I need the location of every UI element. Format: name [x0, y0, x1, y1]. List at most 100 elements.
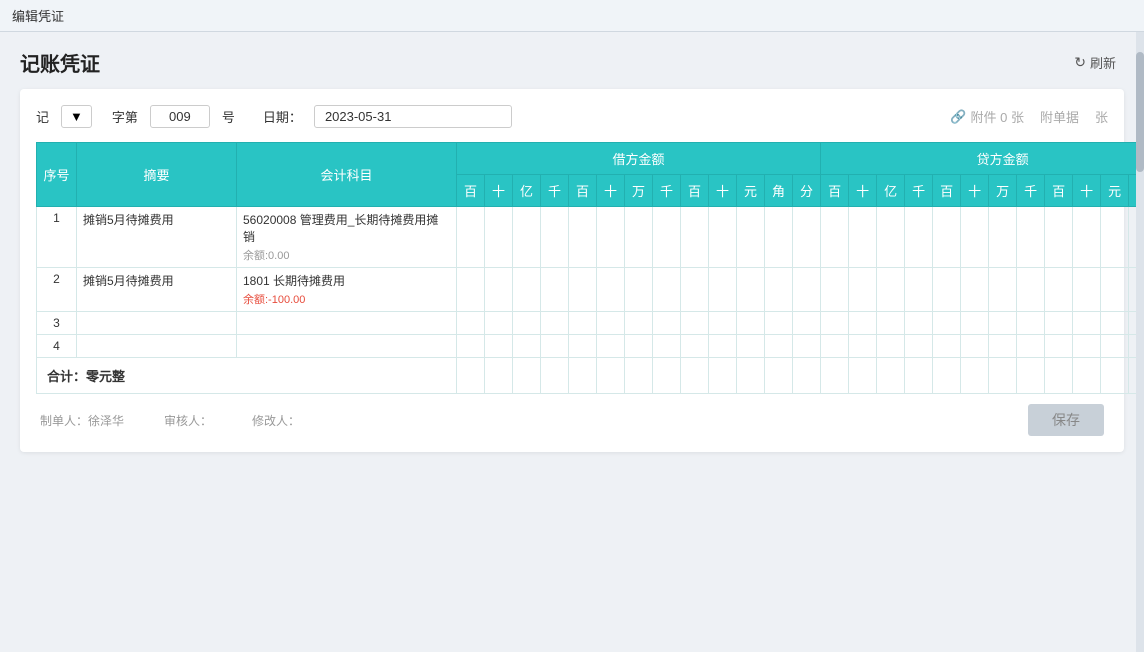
row-1-amount-21[interactable]: [1017, 207, 1045, 268]
row-summary-3[interactable]: [77, 312, 237, 335]
row-3-amount-9[interactable]: [681, 312, 709, 335]
row-1-amount-10[interactable]: [709, 207, 737, 268]
row-3-amount-5[interactable]: [569, 312, 597, 335]
refresh-button[interactable]: ↻ 刷新: [1066, 49, 1124, 76]
row-4-amount-4[interactable]: [541, 335, 569, 358]
row-1-amount-18[interactable]: [933, 207, 961, 268]
row-2-amount-10[interactable]: [709, 268, 737, 312]
row-3-amount-17[interactable]: [905, 312, 933, 335]
row-4-amount-1[interactable]: [457, 335, 485, 358]
row-4-amount-7[interactable]: [625, 335, 653, 358]
row-4-amount-18[interactable]: [933, 335, 961, 358]
voucher-number-input[interactable]: [150, 105, 210, 128]
row-2-amount-1[interactable]: [457, 268, 485, 312]
row-1-amount-7[interactable]: [625, 207, 653, 268]
row-2-amount-9[interactable]: [681, 268, 709, 312]
row-account-1[interactable]: 56020008 管理费用_长期待摊费用摊销余额:0.00: [237, 207, 457, 268]
row-1-amount-19[interactable]: [961, 207, 989, 268]
row-2-amount-4[interactable]: [541, 268, 569, 312]
scrollbar-thumb[interactable]: [1136, 52, 1144, 172]
row-4-amount-16[interactable]: [877, 335, 905, 358]
date-input[interactable]: [314, 105, 512, 128]
row-2-amount-22[interactable]: [1045, 268, 1073, 312]
voucher-type-dropdown[interactable]: ▼: [61, 105, 92, 128]
row-1-amount-3[interactable]: [513, 207, 541, 268]
row-2-amount-23[interactable]: [1073, 268, 1101, 312]
row-3-amount-19[interactable]: [961, 312, 989, 335]
row-account-2[interactable]: 1801 长期待摊费用余额:-100.00: [237, 268, 457, 312]
row-4-amount-13[interactable]: [793, 335, 821, 358]
row-2-amount-7[interactable]: [625, 268, 653, 312]
row-2-amount-8[interactable]: [653, 268, 681, 312]
row-3-amount-1[interactable]: [457, 312, 485, 335]
row-4-amount-17[interactable]: [905, 335, 933, 358]
row-3-amount-21[interactable]: [1017, 312, 1045, 335]
row-2-amount-16[interactable]: [877, 268, 905, 312]
row-1-amount-15[interactable]: [849, 207, 877, 268]
row-2-amount-5[interactable]: [569, 268, 597, 312]
row-1-amount-14[interactable]: [821, 207, 849, 268]
row-1-amount-23[interactable]: [1073, 207, 1101, 268]
row-2-amount-18[interactable]: [933, 268, 961, 312]
row-3-amount-20[interactable]: [989, 312, 1017, 335]
row-3-amount-8[interactable]: [653, 312, 681, 335]
row-1-amount-6[interactable]: [597, 207, 625, 268]
row-4-amount-23[interactable]: [1073, 335, 1101, 358]
row-1-amount-17[interactable]: [905, 207, 933, 268]
row-3-amount-10[interactable]: [709, 312, 737, 335]
row-1-amount-1[interactable]: [457, 207, 485, 268]
row-2-amount-2[interactable]: [485, 268, 513, 312]
row-3-amount-2[interactable]: [485, 312, 513, 335]
row-2-amount-14[interactable]: [821, 268, 849, 312]
row-account-4[interactable]: [237, 335, 457, 358]
row-3-amount-24[interactable]: [1101, 312, 1129, 335]
row-2-amount-12[interactable]: [765, 268, 793, 312]
row-1-amount-16[interactable]: [877, 207, 905, 268]
row-1-amount-11[interactable]: [737, 207, 765, 268]
row-3-amount-14[interactable]: [821, 312, 849, 335]
row-2-amount-11[interactable]: [737, 268, 765, 312]
row-1-amount-13[interactable]: [793, 207, 821, 268]
row-2-amount-21[interactable]: [1017, 268, 1045, 312]
row-4-amount-12[interactable]: [765, 335, 793, 358]
row-4-amount-20[interactable]: [989, 335, 1017, 358]
row-2-amount-13[interactable]: [793, 268, 821, 312]
row-1-amount-22[interactable]: [1045, 207, 1073, 268]
row-3-amount-6[interactable]: [597, 312, 625, 335]
row-1-amount-8[interactable]: [653, 207, 681, 268]
row-1-amount-9[interactable]: [681, 207, 709, 268]
row-1-amount-5[interactable]: [569, 207, 597, 268]
row-summary-1[interactable]: 摊销5月待摊费用: [77, 207, 237, 268]
save-button[interactable]: 保存: [1028, 404, 1104, 436]
row-4-amount-3[interactable]: [513, 335, 541, 358]
row-3-amount-22[interactable]: [1045, 312, 1073, 335]
row-3-amount-4[interactable]: [541, 312, 569, 335]
row-1-amount-24[interactable]: [1101, 207, 1129, 268]
row-4-amount-9[interactable]: [681, 335, 709, 358]
row-2-amount-17[interactable]: [905, 268, 933, 312]
row-2-amount-15[interactable]: [849, 268, 877, 312]
row-3-amount-15[interactable]: [849, 312, 877, 335]
row-1-amount-2[interactable]: [485, 207, 513, 268]
row-4-amount-24[interactable]: [1101, 335, 1129, 358]
row-4-amount-14[interactable]: [821, 335, 849, 358]
row-3-amount-7[interactable]: [625, 312, 653, 335]
row-2-amount-20[interactable]: [989, 268, 1017, 312]
row-2-amount-19[interactable]: [961, 268, 989, 312]
row-1-amount-4[interactable]: [541, 207, 569, 268]
row-4-amount-21[interactable]: [1017, 335, 1045, 358]
row-2-amount-3[interactable]: [513, 268, 541, 312]
row-4-amount-2[interactable]: [485, 335, 513, 358]
row-4-amount-19[interactable]: [961, 335, 989, 358]
row-1-amount-12[interactable]: [765, 207, 793, 268]
scrollbar[interactable]: [1136, 32, 1144, 652]
row-4-amount-6[interactable]: [597, 335, 625, 358]
row-4-amount-8[interactable]: [653, 335, 681, 358]
row-3-amount-3[interactable]: [513, 312, 541, 335]
row-4-amount-11[interactable]: [737, 335, 765, 358]
row-summary-4[interactable]: [77, 335, 237, 358]
row-account-3[interactable]: [237, 312, 457, 335]
row-4-amount-15[interactable]: [849, 335, 877, 358]
row-2-amount-24[interactable]: [1101, 268, 1129, 312]
row-3-amount-13[interactable]: [793, 312, 821, 335]
